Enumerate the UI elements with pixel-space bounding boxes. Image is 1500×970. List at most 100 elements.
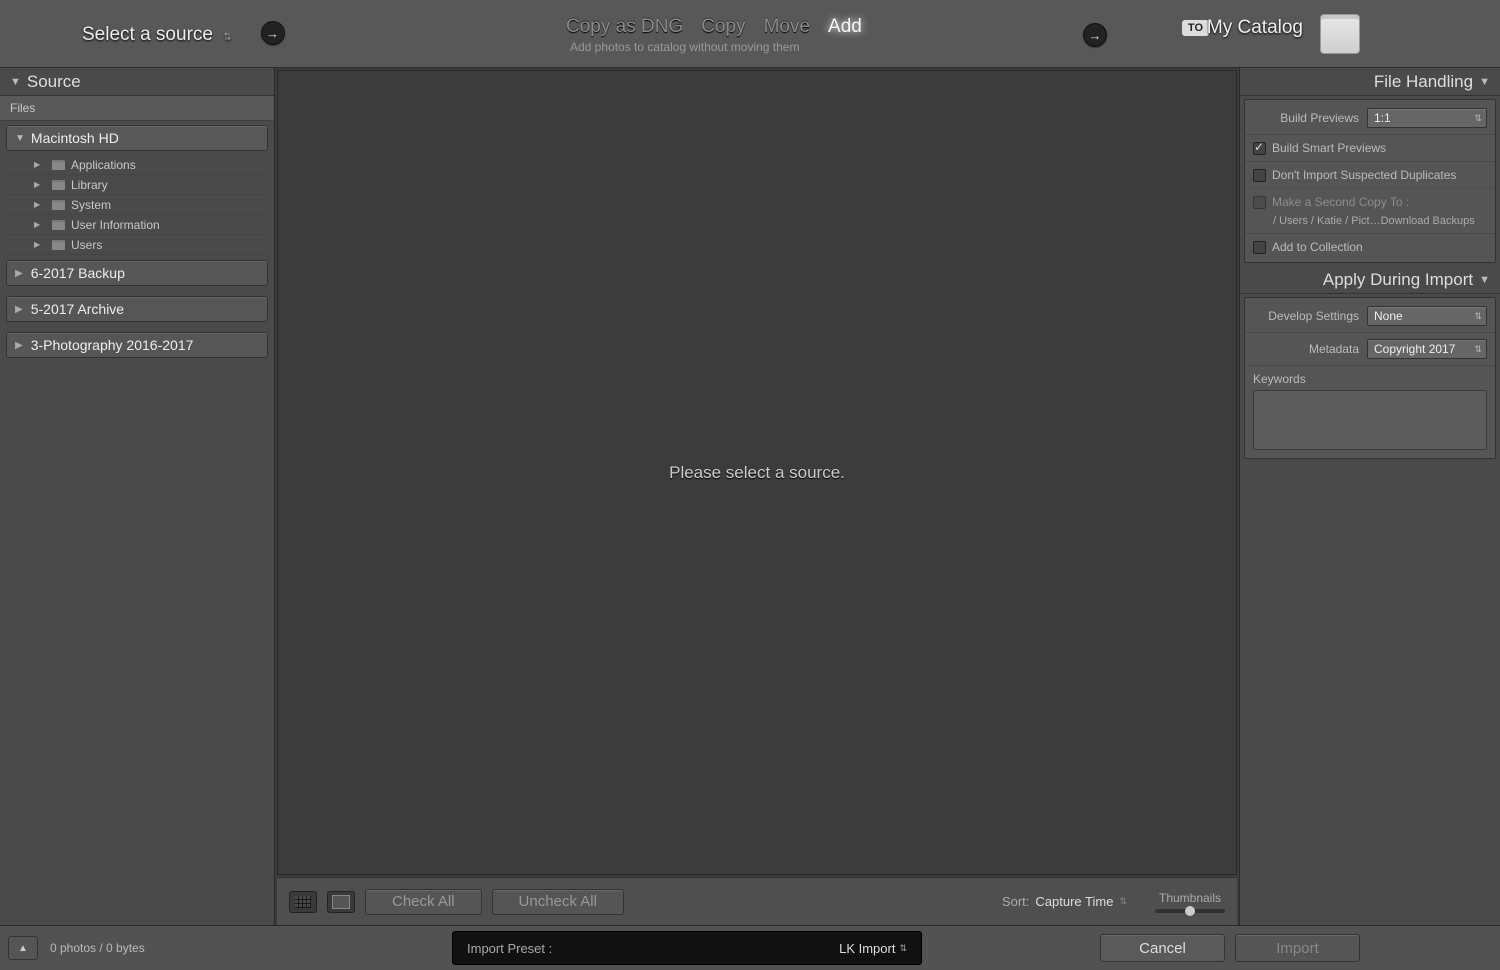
cancel-button[interactable]: Cancel [1100, 934, 1225, 962]
import-mode-tabs: Copy as DNG Copy Move Add [566, 16, 862, 38]
folder-applications[interactable]: ▶Applications [6, 155, 268, 175]
import-button[interactable]: Import [1235, 934, 1360, 962]
folder-tree: ▶Applications ▶ Library ▶ System ▶ User Inf… [6, 155, 268, 255]
slider-knob[interactable] [1185, 906, 1195, 916]
add-collection-label: Add to Collection [1272, 240, 1363, 254]
dropdown-caret-icon: ⇅ [223, 32, 231, 43]
preview-panel: Please select a source. Check All Unchec… [275, 68, 1240, 925]
mode-copy-as-dng[interactable]: Copy as DNG [566, 16, 683, 38]
build-previews-dropdown[interactable]: 1:1 [1367, 108, 1487, 128]
dropdown-caret-icon: ⇅ [1119, 896, 1127, 907]
thumbnails-label: Thumbnails [1159, 891, 1221, 905]
drive-label: 3-Photography 2016-2017 [31, 337, 194, 353]
source-panel-header[interactable]: ▼ Source [0, 68, 274, 96]
develop-settings-label: Develop Settings [1253, 309, 1359, 323]
check-all-button[interactable]: Check All [365, 889, 482, 915]
drive-label: 5-2017 Archive [31, 301, 124, 317]
folder-system[interactable]: ▶ System [6, 195, 268, 215]
second-copy-checkbox[interactable] [1253, 196, 1266, 209]
duplicates-label: Don't Import Suspected Duplicates [1272, 168, 1456, 182]
triangle-right-icon: ▶ [34, 240, 46, 249]
triangle-right-icon: ▶ [34, 220, 46, 229]
triangle-right-icon: ▶ [15, 268, 23, 279]
empty-state-message: Please select a source. [669, 463, 845, 483]
preview-toolbar: Check All Uncheck All Sort: Capture Time… [277, 877, 1237, 925]
source-panel-title: Source [27, 72, 81, 92]
triangle-right-icon: ▶ [34, 160, 46, 169]
metadata-dropdown[interactable]: Copyright 2017 [1367, 339, 1487, 359]
select-source[interactable]: Select a source ⇅ [82, 24, 232, 46]
triangle-right-icon: ▶ [34, 200, 46, 209]
to-badge: TO [1182, 20, 1209, 36]
volume-macintosh-hd[interactable]: ▼ Macintosh HD [6, 125, 268, 151]
loupe-view-button[interactable] [327, 891, 355, 913]
slider-track[interactable] [1155, 909, 1225, 913]
drive-icon [1320, 14, 1360, 54]
import-preset-label: Import Preset : [467, 941, 552, 956]
folder-label: Library [71, 178, 108, 192]
folder-user-information[interactable]: ▶ User Information [6, 215, 268, 235]
drive-6-2017-backup[interactable]: ▶ 6-2017 Backup [6, 260, 268, 286]
mode-move[interactable]: Move [764, 16, 810, 38]
arrow-right-icon[interactable]: → [262, 22, 284, 44]
drive-5-2017-archive[interactable]: ▶ 5-2017 Archive [6, 296, 268, 322]
footer-bar: ▲ 0 photos / 0 bytes Import Preset : LK … [0, 925, 1500, 970]
triangle-right-icon: ▶ [34, 180, 46, 189]
volume-label: Macintosh HD [31, 130, 119, 146]
folder-library[interactable]: ▶ Library [6, 175, 268, 195]
drive-3-photography-2016-2017[interactable]: ▶ 3-Photography 2016-2017 [6, 332, 268, 358]
folder-label: System [71, 198, 111, 212]
drive-label: 6-2017 Backup [31, 265, 125, 281]
triangle-down-icon: ▼ [1479, 76, 1490, 88]
right-panels: File Handling ▼ Build Previews 1:1 Build… [1240, 68, 1500, 925]
triangle-down-icon: ▼ [15, 133, 25, 144]
apply-during-import-header[interactable]: Apply During Import ▼ [1240, 266, 1500, 294]
folder-users[interactable]: ▶ Users [6, 235, 268, 255]
triangle-right-icon: ▶ [15, 304, 23, 315]
sort-control[interactable]: Sort: Capture Time ⇅ [1002, 894, 1127, 909]
triangle-down-icon: ▼ [10, 76, 21, 88]
keywords-input[interactable] [1253, 390, 1487, 450]
triangle-right-icon: ▶ [15, 340, 23, 351]
folder-label: User Information [71, 218, 160, 232]
duplicates-checkbox[interactable] [1253, 169, 1266, 182]
file-handling-header[interactable]: File Handling ▼ [1240, 68, 1500, 96]
folder-icon [52, 200, 65, 210]
folder-icon [52, 180, 65, 190]
apply-title: Apply During Import [1323, 270, 1473, 290]
file-handling-panel: Build Previews 1:1 Build Smart Previews … [1244, 99, 1496, 263]
preview-area: Please select a source. [277, 70, 1237, 875]
status-text: 0 photos / 0 bytes [50, 941, 145, 955]
thumbnail-size-slider[interactable]: Thumbnails [1155, 891, 1225, 913]
mode-add[interactable]: Add [828, 16, 862, 38]
import-preset-value: LK Import [839, 941, 895, 956]
import-preset-dropdown[interactable]: Import Preset : LK Import ⇅ [452, 931, 922, 965]
destination-catalog[interactable]: My Catalog [1207, 17, 1303, 39]
folder-icon [52, 220, 65, 230]
smart-previews-label: Build Smart Previews [1272, 141, 1386, 155]
file-handling-title: File Handling [1374, 72, 1473, 92]
source-panel: ▼ Source Files ▼ Macintosh HD ▶Applicati… [0, 68, 275, 925]
arrow-right-icon[interactable]: → [1084, 24, 1106, 46]
second-copy-label: Make a Second Copy To : [1272, 195, 1409, 209]
add-collection-checkbox[interactable] [1253, 241, 1266, 254]
keywords-label: Keywords [1253, 372, 1306, 386]
dropdown-caret-icon: ⇅ [899, 943, 907, 954]
folder-label: Users [71, 238, 102, 252]
sort-label: Sort: [1002, 894, 1029, 909]
expand-up-button[interactable]: ▲ [8, 936, 38, 960]
grid-view-button[interactable] [289, 891, 317, 913]
mode-copy[interactable]: Copy [701, 16, 745, 38]
files-label: Files [0, 96, 274, 121]
build-previews-label: Build Previews [1253, 111, 1359, 125]
mode-hint: Add photos to catalog without moving the… [570, 40, 799, 54]
uncheck-all-button[interactable]: Uncheck All [492, 889, 624, 915]
select-source-label: Select a source [82, 24, 213, 45]
triangle-down-icon: ▼ [1479, 274, 1490, 286]
develop-settings-dropdown[interactable]: None [1367, 306, 1487, 326]
folder-icon [52, 240, 65, 250]
top-bar: Select a source ⇅ → Copy as DNG Copy Mov… [0, 0, 1500, 68]
apply-during-import-panel: Develop Settings None Metadata Copyright… [1244, 297, 1496, 459]
smart-previews-checkbox[interactable] [1253, 142, 1266, 155]
second-copy-path: / Users / Katie / Pict…Download Backups [1245, 215, 1495, 233]
